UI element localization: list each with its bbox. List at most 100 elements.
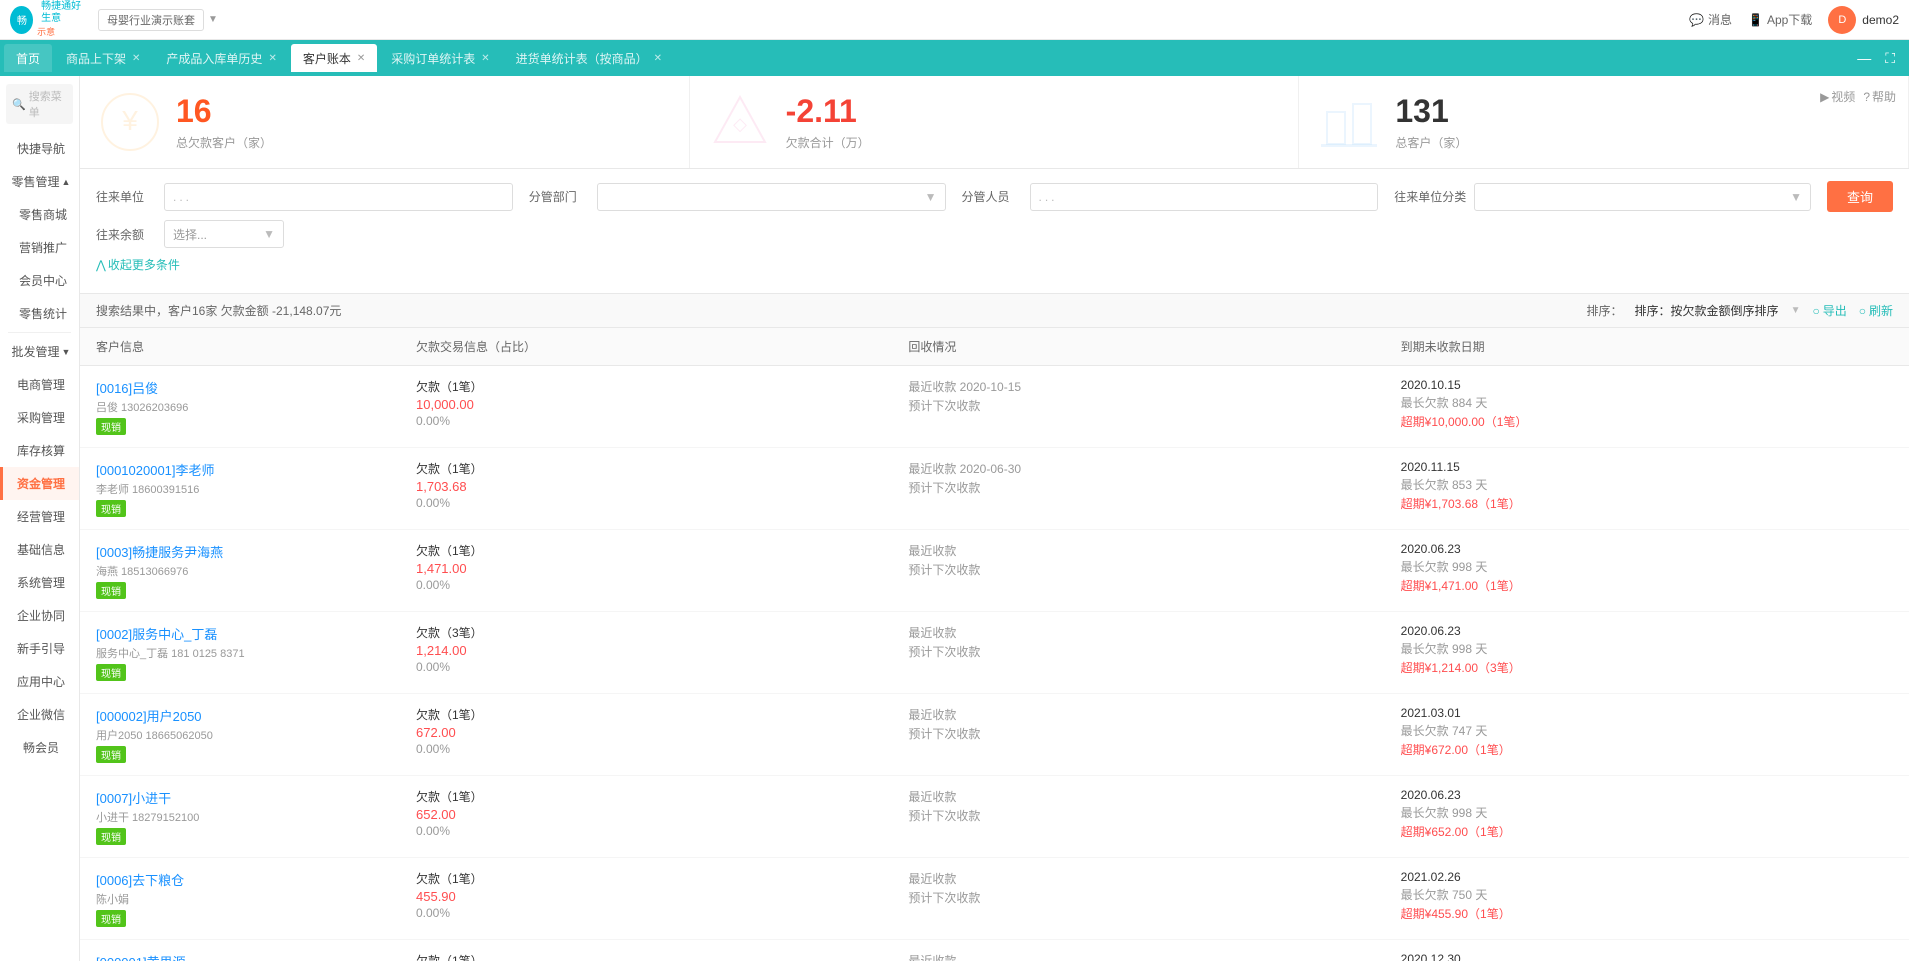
tab-customer[interactable]: 客户账本 ✕ xyxy=(291,44,377,72)
message-button[interactable]: 💬 消息 xyxy=(1689,11,1732,28)
sidebar-item-enterprise-coop[interactable]: 企业协同 xyxy=(0,599,79,632)
sidebar-item-quick-nav[interactable]: 快捷导航 xyxy=(0,132,79,165)
customer-name-6[interactable]: [0006]去下粮仓 xyxy=(96,873,184,888)
sidebar-item-system[interactable]: 系统管理 xyxy=(0,566,79,599)
recovery-date-0: 最近收款 2020-10-15 xyxy=(908,378,1400,395)
search-button[interactable]: 查询 xyxy=(1827,181,1893,212)
sidebar-item-app-center[interactable]: 应用中心 xyxy=(0,665,79,698)
tab-incoming[interactable]: 进货单统计表（按商品） ✕ xyxy=(504,44,674,72)
tab-purchase[interactable]: 采购订单统计表 ✕ xyxy=(379,44,501,72)
customer-info-3: [0002]服务中心_丁磊 服务中心_丁磊 181 0125 8371 现销 xyxy=(96,624,416,681)
filter-label-person: 分管人员 xyxy=(962,188,1022,205)
table-row: [0002]服务中心_丁磊 服务中心_丁磊 181 0125 8371 现销 欠… xyxy=(80,612,1909,694)
debt-amount-0[interactable]: 10,000.00 xyxy=(416,397,908,412)
tab-products-close[interactable]: ✕ xyxy=(132,53,140,64)
customer-name-2[interactable]: [0003]畅捷服务尹海燕 xyxy=(96,545,223,560)
filter-select-balance[interactable]: 选择... ▼ xyxy=(164,220,284,248)
col-header-recovery: 回收情况 xyxy=(908,338,1400,355)
sidebar-item-retail-mgmt[interactable]: 零售管理 ▲ xyxy=(0,165,79,198)
filter-select-dept[interactable]: ▼ xyxy=(597,183,946,211)
overdue-amount-4[interactable]: 超期¥672.00（1笔） xyxy=(1401,741,1893,758)
filter-input-person[interactable]: ... xyxy=(1030,183,1379,211)
tab-products[interactable]: 商品上下架 ✕ xyxy=(54,44,152,72)
debt-count-6: 欠款（1笔） xyxy=(416,870,908,887)
customer-sub-5: 小进干 18279152100 xyxy=(96,809,416,825)
overdue-amount-0[interactable]: 超期¥10,000.00（1笔） xyxy=(1401,413,1893,430)
overdue-amount-1[interactable]: 超期¥1,703.68（1笔） xyxy=(1401,495,1893,512)
sidebar-item-inventory[interactable]: 库存核算 xyxy=(0,434,79,467)
sidebar: 🔍 搜索菜单 快捷导航 零售管理 ▲ 零售商城 营销推广 会员中心 零售统计 批… xyxy=(0,76,80,961)
debt-amount-1[interactable]: 1,703.68 xyxy=(416,479,908,494)
sidebar-search-area[interactable]: 🔍 搜索菜单 xyxy=(0,76,79,132)
debt-amount-6[interactable]: 455.90 xyxy=(416,889,908,904)
sidebar-item-retail-mall[interactable]: 零售商城 xyxy=(0,198,79,231)
filter-label-category: 往来单位分类 xyxy=(1394,188,1466,205)
customer-name-5[interactable]: [0007]小进干 xyxy=(96,791,171,806)
refresh-button[interactable]: ○ 刷新 xyxy=(1859,302,1893,319)
debt-amount-5[interactable]: 652.00 xyxy=(416,807,908,822)
tab-instock[interactable]: 产成品入库单历史 ✕ xyxy=(154,44,288,72)
overdue-amount-2[interactable]: 超期¥1,471.00（1笔） xyxy=(1401,577,1893,594)
customer-name-7[interactable]: [000001]黄思源 xyxy=(96,955,186,961)
debt-pct-5: 0.00% xyxy=(416,824,908,838)
tab-instock-close[interactable]: ✕ xyxy=(268,53,276,64)
tab-minimize[interactable]: — xyxy=(1853,48,1875,69)
stat-card-actions: ▶ 视频 ? 帮助 xyxy=(1820,88,1896,105)
filter-input-source[interactable]: ... xyxy=(164,183,513,211)
sidebar-item-purchase[interactable]: 采购管理 xyxy=(0,401,79,434)
customer-name-4[interactable]: [000002]用户2050 xyxy=(96,709,202,724)
sidebar-item-vip-member[interactable]: 畅会员 xyxy=(0,731,79,764)
sidebar-item-newbie[interactable]: 新手引导 xyxy=(0,632,79,665)
export-button[interactable]: ○ 导出 xyxy=(1812,302,1846,319)
sidebar-item-marketing[interactable]: 营销推广 xyxy=(0,231,79,264)
debt-amount-3[interactable]: 1,214.00 xyxy=(416,643,908,658)
overdue-date-0: 2020.10.15 xyxy=(1401,378,1893,392)
sidebar-item-basic[interactable]: 基础信息 xyxy=(0,533,79,566)
overdue-amount-6[interactable]: 超期¥455.90（1笔） xyxy=(1401,905,1893,922)
customer-name-3[interactable]: [0002]服务中心_丁磊 xyxy=(96,627,217,642)
sidebar-item-enterprise-wx[interactable]: 企业微信 xyxy=(0,698,79,731)
debt-amount-4[interactable]: 672.00 xyxy=(416,725,908,740)
debt-count-5: 欠款（1笔） xyxy=(416,788,908,805)
avatar: D xyxy=(1828,6,1856,34)
customer-name-0[interactable]: [0016]吕俊 xyxy=(96,381,158,396)
debt-info-5: 欠款（1笔） 652.00 0.00% xyxy=(416,788,908,838)
overdue-amount-3[interactable]: 超期¥1,214.00（3笔） xyxy=(1401,659,1893,676)
customer-name-1[interactable]: [0001020001]李老师 xyxy=(96,463,215,478)
recovery-next-3: 预计下次收款 xyxy=(908,643,1400,660)
sidebar-item-member[interactable]: 会员中心 xyxy=(0,264,79,297)
tab-home[interactable]: 首页 xyxy=(4,44,52,72)
menu-search[interactable]: 🔍 搜索菜单 xyxy=(6,84,73,124)
sidebar-item-operation[interactable]: 经营管理 xyxy=(0,500,79,533)
help-icon: ? xyxy=(1863,90,1870,104)
recovery-date-5: 最近收款 xyxy=(908,788,1400,805)
result-bar: 搜索结果中，客户16家 欠款金额 -21,148.07元 排序： 排序：按欠款金… xyxy=(80,294,1909,328)
sidebar-item-retail-stats[interactable]: 零售统计 xyxy=(0,297,79,330)
help-btn[interactable]: ? 帮助 xyxy=(1863,88,1896,105)
collapse-button[interactable]: ⋀ 收起更多条件 xyxy=(96,256,1893,273)
debt-amount-2[interactable]: 1,471.00 xyxy=(416,561,908,576)
tab-customer-close[interactable]: ✕ xyxy=(357,53,365,64)
sidebar-item-finance[interactable]: 资金管理 xyxy=(0,467,79,500)
sidebar-item-batch-mgmt[interactable]: 批发管理 ▼ xyxy=(0,335,79,368)
filter-group-category: 往来单位分类 ▼ xyxy=(1394,183,1811,211)
overdue-info-1: 2020.11.15 最长欠款 853 天 超期¥1,703.68（1笔） xyxy=(1401,460,1893,512)
recovery-date-3: 最近收款 xyxy=(908,624,1400,641)
sidebar-sep-1 xyxy=(8,332,71,333)
user-area[interactable]: D demo2 xyxy=(1828,6,1899,34)
message-icon: 💬 xyxy=(1689,13,1704,27)
sidebar-item-ecommerce[interactable]: 电商管理 xyxy=(0,368,79,401)
tab-expand[interactable]: ⛶ xyxy=(1881,48,1899,69)
table-row: [000002]用户2050 用户2050 18665062050 现销 欠款（… xyxy=(80,694,1909,776)
overdue-date-7: 2020.12.30 xyxy=(1401,952,1893,961)
overdue-info-3: 2020.06.23 最长欠款 998 天 超期¥1,214.00（3笔） xyxy=(1401,624,1893,676)
overdue-amount-5[interactable]: 超期¥652.00（1笔） xyxy=(1401,823,1893,840)
system-name[interactable]: 母婴行业演示账套 xyxy=(98,9,204,31)
tab-purchase-close[interactable]: ✕ xyxy=(481,53,489,64)
video-btn[interactable]: ▶ 视频 xyxy=(1820,88,1855,105)
sort-select[interactable]: 排序：按欠款金额倒序排序 xyxy=(1635,302,1779,319)
app-download-button[interactable]: 📱 App下载 xyxy=(1748,11,1812,28)
filter-select-category[interactable]: ▼ xyxy=(1474,183,1811,211)
tab-incoming-close[interactable]: ✕ xyxy=(654,53,662,64)
table-row: [0007]小进干 小进干 18279152100 现销 欠款（1笔） 652.… xyxy=(80,776,1909,858)
